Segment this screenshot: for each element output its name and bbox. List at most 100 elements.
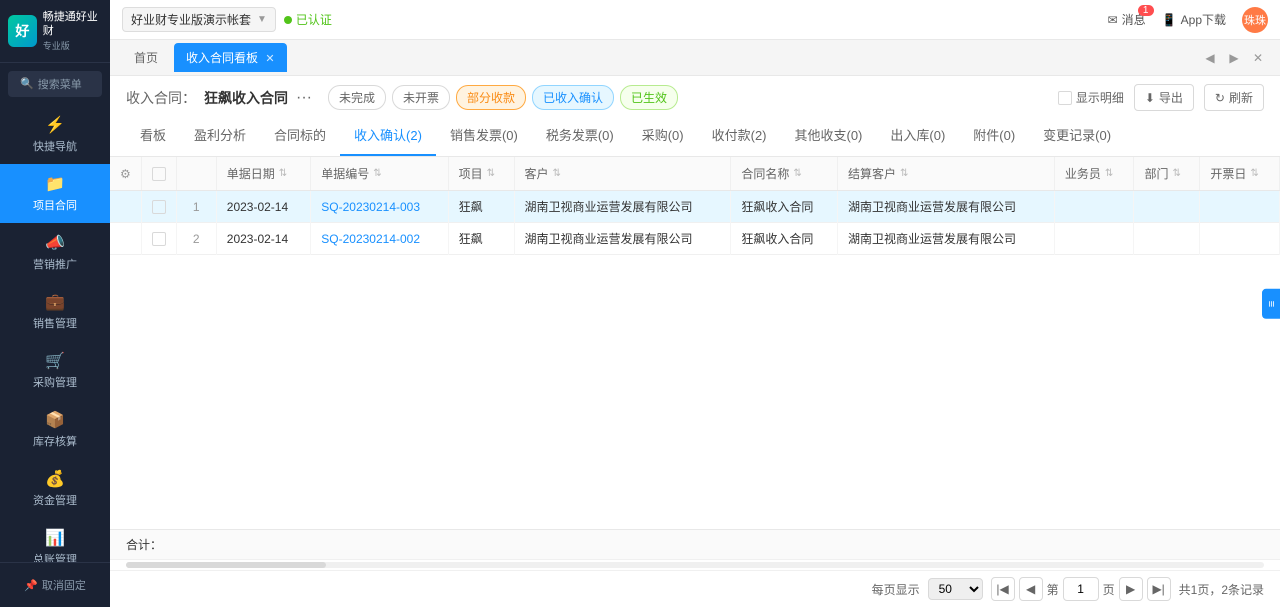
tab-close-icon[interactable]: ✕: [265, 53, 274, 65]
table-row[interactable]: 2 2023-02-14 SQ-20230214-002 狂飙 湖南卫视商业运营…: [110, 223, 1280, 255]
td-project-0: 狂飙: [448, 191, 514, 223]
sidebar-icon-4: 🛒: [45, 351, 65, 371]
order-no-link-0[interactable]: SQ-20230214-003: [321, 200, 420, 214]
more-button[interactable]: ···: [296, 89, 312, 107]
page-size-select[interactable]: 50 20 100 200: [928, 578, 983, 600]
contract-title-label: 收入合同：: [126, 88, 196, 108]
message-button[interactable]: ✉ 消息 1: [1108, 11, 1146, 28]
td-salesperson-1: [1054, 223, 1134, 255]
sort-contract-icon[interactable]: ⇅: [793, 168, 801, 179]
scrollbar-thumb[interactable]: [126, 562, 326, 568]
page-last-btn[interactable]: ▶|: [1147, 577, 1171, 601]
scrollbar-track: [126, 562, 1264, 568]
phone-icon: 📱: [1162, 13, 1177, 27]
sidebar-icon-0: ⚡: [45, 115, 65, 135]
tab-attachment[interactable]: 附件(0): [959, 115, 1029, 156]
page-current-label: 第: [1047, 581, 1059, 598]
sidebar-icon-7: 📊: [45, 528, 65, 548]
order-no-link-1[interactable]: SQ-20230214-002: [321, 232, 420, 246]
td-department-0: [1134, 191, 1200, 223]
th-settle-customer: 结算客户 ⇅: [838, 157, 1055, 191]
tab-kanban[interactable]: 看板: [126, 115, 180, 156]
th-project: 项目 ⇅: [448, 157, 514, 191]
th-contract-name: 合同名称 ⇅: [731, 157, 838, 191]
status-incomplete[interactable]: 未完成: [328, 85, 386, 110]
contract-title-name: 狂飙收入合同: [204, 88, 288, 108]
show-detail-checkbox[interactable]: [1058, 91, 1072, 105]
sidebar-item-3[interactable]: 💼销售管理: [0, 282, 110, 341]
sort-customer-icon[interactable]: ⇅: [553, 168, 561, 179]
sidebar-label-0: 快捷导航: [33, 138, 77, 154]
status-confirmed[interactable]: 已收入确认: [532, 85, 614, 110]
tab-contract-subject[interactable]: 合同标的: [260, 115, 340, 156]
tab-contract-board[interactable]: 收入合同看板 ✕: [174, 43, 287, 72]
company-dropdown-arrow: ▼: [257, 14, 267, 25]
app-download-label: App下载: [1181, 11, 1226, 28]
contract-header: 收入合同： 狂飙收入合同 ··· 未完成 未开票 部分收款 已收入确认 已生效 …: [110, 76, 1280, 115]
th-department: 部门 ⇅: [1134, 157, 1200, 191]
settings-gear-icon[interactable]: ⚙: [120, 167, 131, 181]
tab-payment[interactable]: 收付款(2): [698, 115, 781, 156]
status-partial-received[interactable]: 部分收款: [456, 85, 526, 110]
tab-home-label: 首页: [134, 51, 158, 65]
company-selector[interactable]: 好业财专业版演示帐套 ▼: [122, 7, 276, 32]
th-num: [176, 157, 216, 191]
tab-other-income[interactable]: 其他收支(0): [781, 115, 877, 156]
tab-change-log[interactable]: 变更记录(0): [1029, 115, 1125, 156]
sort-order-icon[interactable]: ⇅: [373, 168, 381, 179]
sidebar-item-1[interactable]: 📁项目合同: [0, 164, 110, 223]
sort-settle-icon[interactable]: ⇅: [900, 168, 908, 179]
certified-label: 已认证: [296, 11, 332, 28]
user-avatar-button[interactable]: 珠珠: [1242, 7, 1268, 33]
sidebar-logo: 好 畅捷通好业财 专业版: [0, 0, 110, 63]
tab-close-all[interactable]: ✕: [1248, 48, 1268, 68]
tab-warehouse[interactable]: 出入库(0): [876, 115, 959, 156]
sidebar-label-4: 采购管理: [33, 374, 77, 390]
td-settle-customer-1: 湖南卫视商业运营发展有限公司: [838, 223, 1055, 255]
row-checkbox-1[interactable]: [152, 232, 166, 246]
tab-next-arrow[interactable]: ▶: [1224, 48, 1244, 68]
export-button[interactable]: ⬇ 导出: [1134, 84, 1194, 111]
row-checkbox-0[interactable]: [152, 200, 166, 214]
refresh-button[interactable]: ↻ 刷新: [1204, 84, 1264, 111]
app-download-button[interactable]: 📱 App下载: [1162, 11, 1226, 28]
tab-prev-arrow[interactable]: ◀: [1200, 48, 1220, 68]
tab-home[interactable]: 首页: [122, 43, 170, 72]
show-detail-toggle[interactable]: 显示明细: [1058, 89, 1124, 106]
th-date: 单据日期 ⇅: [216, 157, 311, 191]
sidebar-item-2[interactable]: 📣营销推广: [0, 223, 110, 282]
select-all-checkbox[interactable]: [152, 167, 166, 181]
status-effective[interactable]: 已生效: [620, 85, 678, 110]
sort-date-icon[interactable]: ⇅: [279, 168, 287, 179]
sidebar-item-6[interactable]: 💰资金管理: [0, 459, 110, 518]
sidebar-search[interactable]: 🔍 搜索菜单: [8, 71, 102, 97]
sidebar-item-0[interactable]: ⚡ 快捷导航: [0, 105, 110, 164]
sidebar-item-7[interactable]: 📊 总账管理: [0, 518, 110, 562]
table-row[interactable]: 1 2023-02-14 SQ-20230214-003 狂飙 湖南卫视商业运营…: [110, 191, 1280, 223]
sidebar-label-7: 总账管理: [33, 551, 77, 562]
page-number-input[interactable]: [1063, 577, 1099, 601]
sort-salesperson-icon[interactable]: ⇅: [1105, 168, 1113, 179]
sidebar-item-4[interactable]: 🛒 采购管理: [0, 341, 110, 400]
td-check-0: [141, 191, 176, 223]
tab-purchase[interactable]: 采购(0): [628, 115, 698, 156]
sidebar-icon-6: 💰: [45, 469, 65, 489]
sort-opendate-icon[interactable]: ⇅: [1250, 168, 1258, 179]
show-detail-label: 显示明细: [1076, 89, 1124, 106]
tab-tax-invoice[interactable]: 税务发票(0): [532, 115, 628, 156]
td-contract-name-1: 狂飙收入合同: [731, 223, 838, 255]
status-uninvoiced[interactable]: 未开票: [392, 85, 450, 110]
page-first-btn[interactable]: |◀: [991, 577, 1015, 601]
sidebar-item-5[interactable]: 📦库存核算: [0, 400, 110, 459]
td-open-date-1: [1200, 223, 1280, 255]
sidebar-label-5: 库存核算: [33, 433, 77, 449]
tab-profit[interactable]: 盈利分析: [180, 115, 260, 156]
tab-revenue-confirm[interactable]: 收入确认(2): [340, 115, 436, 156]
page-next-btn[interactable]: ▶: [1119, 577, 1143, 601]
pin-button[interactable]: 📌 取消固定: [4, 571, 106, 599]
right-panel-button[interactable]: ≡: [1262, 288, 1280, 318]
sort-department-icon[interactable]: ⇅: [1172, 168, 1180, 179]
tab-sales-invoice[interactable]: 销售发票(0): [436, 115, 532, 156]
sort-project-icon[interactable]: ⇅: [487, 168, 495, 179]
page-prev-btn[interactable]: ◀: [1019, 577, 1043, 601]
